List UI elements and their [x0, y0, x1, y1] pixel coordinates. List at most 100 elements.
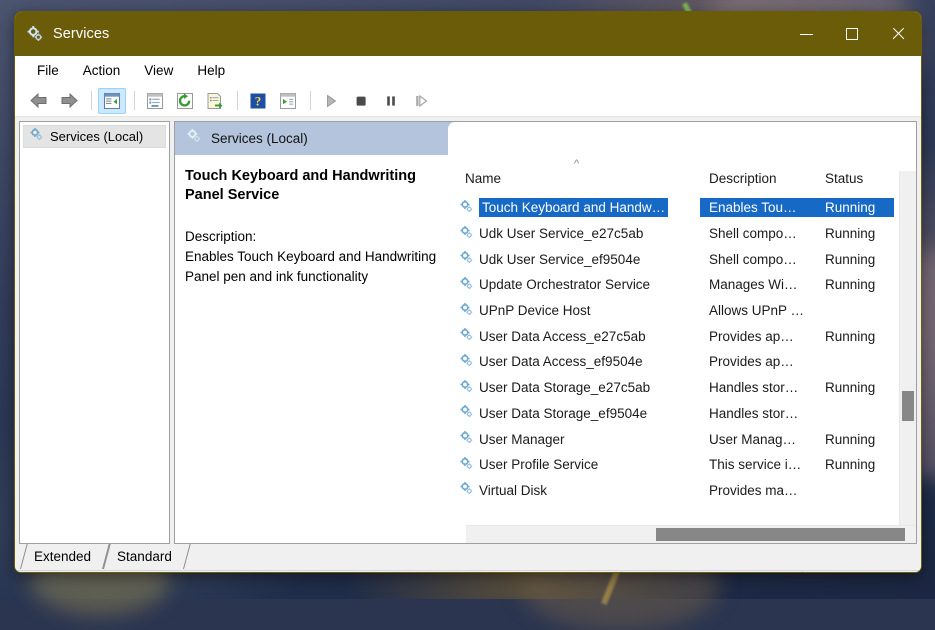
console-tree-pane: Services (Local) — [19, 121, 170, 544]
table-row[interactable]: Update Orchestrator ServiceManages Wi…Ru… — [456, 272, 916, 298]
restart-service-icon[interactable] — [407, 88, 435, 114]
cell-name: Udk User Service_e27c5ab — [456, 225, 700, 243]
cell-description: Allows UPnP … — [700, 303, 816, 318]
table-row[interactable]: Touch Keyboard and Handw…Enables Tou…Run… — [456, 195, 916, 221]
cell-description: Handles stor… — [700, 406, 816, 421]
service-name-text: User Manager — [479, 432, 565, 447]
table-row[interactable]: User Data Access_ef9504eProvides ap… — [456, 349, 916, 375]
details-pane: Services (Local) Touch Keyboard and Hand… — [174, 121, 917, 544]
sidebar-item-label: Services (Local) — [50, 129, 143, 144]
table-row[interactable]: Virtual Disk Provides ma… — [456, 478, 916, 504]
cell-name: Udk User Service_ef9504e — [456, 250, 700, 268]
table-row[interactable]: User Profile ServiceThis service i…Runni… — [456, 452, 916, 478]
window-controls — [783, 12, 921, 56]
sort-ascending-icon: ^ — [574, 160, 579, 168]
services-gear-icon — [186, 128, 202, 149]
tab-standard[interactable]: Standard — [103, 544, 184, 568]
service-name-text: User Profile Service — [479, 457, 598, 472]
service-name-text: Udk User Service_ef9504e — [479, 252, 640, 267]
service-info-column: Touch Keyboard and Handwriting Panel Ser… — [175, 155, 456, 544]
cell-status: Running — [816, 226, 894, 241]
listview-horizontal-scrollbar[interactable] — [466, 525, 916, 543]
description-label: Description: — [185, 227, 442, 247]
toolbar: ? — [15, 85, 921, 117]
description-text: Enables Touch Keyboard and Handwriting P… — [185, 247, 442, 287]
cell-description: Provides ap… — [700, 354, 816, 369]
help-icon[interactable]: ? — [244, 88, 272, 114]
statusbar-segment-1 — [15, 571, 622, 573]
menu-item-file[interactable]: File — [27, 60, 69, 81]
statusbar-segment-2 — [622, 571, 803, 573]
table-row[interactable]: UPnP Device HostAllows UPnP … — [456, 298, 916, 324]
cell-description: Provides ma… — [700, 483, 816, 498]
maximize-button[interactable] — [829, 12, 875, 56]
stop-service-icon[interactable] — [347, 88, 375, 114]
tab-extended[interactable]: Extended — [20, 544, 103, 568]
listview-header-row: Name Description Status — [456, 171, 916, 195]
service-gear-icon — [459, 379, 474, 397]
service-gear-icon — [459, 225, 474, 243]
table-row[interactable]: User Data Storage_ef9504e Handles stor… — [456, 401, 916, 427]
service-gear-icon — [459, 250, 474, 268]
menu-item-view[interactable]: View — [134, 60, 183, 81]
minimize-button[interactable] — [783, 12, 829, 56]
close-button[interactable] — [875, 12, 921, 56]
toolbar-separator — [237, 91, 238, 110]
pause-service-icon[interactable] — [377, 88, 405, 114]
table-row[interactable]: Udk User Service_e27c5abShell compo…Runn… — [456, 221, 916, 247]
column-header-name[interactable]: Name — [456, 171, 700, 186]
service-name-text: User Data Storage_ef9504e — [479, 406, 647, 421]
menu-item-help[interactable]: Help — [187, 60, 235, 81]
service-gear-icon — [459, 481, 474, 499]
table-row[interactable]: User Data Access_e27c5abProvides ap…Runn… — [456, 323, 916, 349]
listview-rows: Touch Keyboard and Handw…Enables Tou…Run… — [456, 195, 916, 544]
forward-icon[interactable] — [55, 88, 83, 114]
table-row[interactable]: User Manager User Manag…Running — [456, 426, 916, 452]
horizontal-scrollbar-thumb[interactable] — [656, 528, 905, 541]
console-body: Services (Local) — [15, 117, 921, 544]
svg-text:?: ? — [255, 93, 262, 108]
cell-status: Running — [816, 432, 894, 447]
services-listview: ^ Name Description Status — [456, 155, 916, 544]
show-action-pane-icon[interactable] — [274, 88, 302, 114]
cell-name: User Manager — [456, 430, 700, 448]
service-gear-icon — [459, 404, 474, 422]
show-hide-console-tree-icon[interactable] — [98, 88, 126, 114]
refresh-icon[interactable] — [171, 88, 199, 114]
sort-indicator-strip: ^ — [456, 155, 916, 171]
services-gear-icon — [29, 127, 44, 147]
toolbar-separator — [91, 91, 92, 110]
service-name-text: User Data Access_e27c5ab — [479, 329, 646, 344]
page-title: Touch Keyboard and Handwriting Panel Ser… — [185, 167, 442, 205]
start-service-icon[interactable] — [317, 88, 345, 114]
column-header-description[interactable]: Description — [700, 171, 816, 186]
service-gear-icon — [459, 302, 474, 320]
column-header-status[interactable]: Status — [816, 171, 894, 186]
cell-status: Running — [816, 277, 894, 292]
cell-description: User Manag… — [700, 432, 816, 447]
cell-description: This service i… — [700, 457, 816, 472]
cell-name: User Data Access_ef9504e — [456, 353, 700, 371]
sidebar-item-services-local[interactable]: Services (Local) — [23, 125, 166, 148]
cell-description: Manages Wi… — [700, 277, 816, 292]
listview-vertical-scrollbar[interactable] — [899, 171, 916, 544]
service-gear-icon — [459, 430, 474, 448]
pane-header-notch — [448, 122, 916, 155]
cell-name: User Data Storage_ef9504e — [456, 404, 700, 422]
table-row[interactable]: Udk User Service_ef9504eShell compo…Runn… — [456, 246, 916, 272]
back-icon[interactable] — [25, 88, 53, 114]
cell-status: Running — [816, 380, 894, 395]
vertical-scrollbar-thumb[interactable] — [902, 391, 914, 421]
statusbar-segment-3 — [803, 571, 921, 573]
window-titlebar: Services — [15, 12, 921, 56]
service-name-text: Virtual Disk — [479, 483, 547, 498]
menu-item-action[interactable]: Action — [73, 60, 131, 81]
service-gear-icon — [459, 276, 474, 294]
export-list-icon[interactable] — [201, 88, 229, 114]
cell-description: Shell compo… — [700, 252, 816, 267]
properties-icon[interactable] — [141, 88, 169, 114]
table-row[interactable]: User Data Storage_e27c5abHandles stor…Ru… — [456, 375, 916, 401]
cell-name: UPnP Device Host — [456, 302, 700, 320]
minimize-icon — [800, 34, 813, 35]
service-gear-icon — [459, 327, 474, 345]
